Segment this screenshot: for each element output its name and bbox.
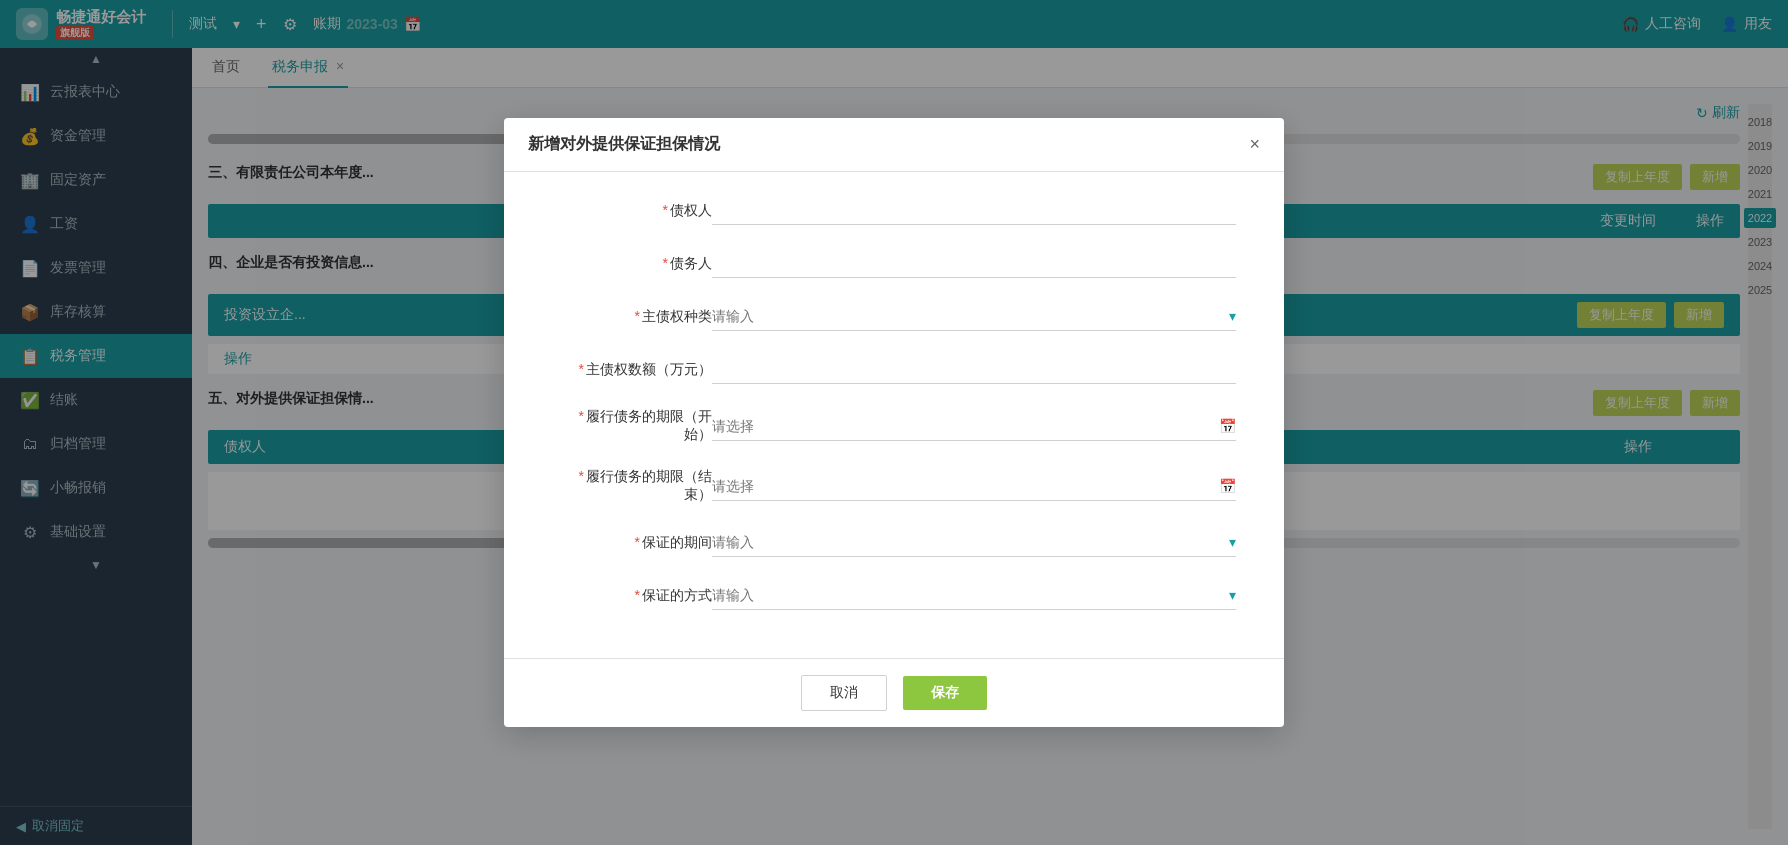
debt-amount-input[interactable] [712, 355, 1236, 384]
modal-body: *债权人 *债务人 *主债权种类 ▾ [504, 172, 1284, 658]
guarantee-period-select-wrapper: ▾ [712, 528, 1236, 557]
debt-type-required-star: * [635, 308, 640, 324]
debt-type-select-wrapper: ▾ [712, 302, 1236, 331]
debt-type-label: *主债权种类 [552, 308, 712, 326]
modal-title: 新增对外提供保证担保情况 [528, 134, 720, 155]
debt-type-arrow-icon[interactable]: ▾ [1229, 308, 1236, 324]
modal-dialog: 新增对外提供保证担保情况 × *债权人 *债务人 * [504, 118, 1284, 727]
creditor-label: *债权人 [552, 202, 712, 220]
creditor-input[interactable] [712, 196, 1236, 225]
period-start-calendar-icon[interactable]: 📅 [1219, 418, 1236, 434]
period-end-calendar-icon[interactable]: 📅 [1219, 478, 1236, 494]
debt-amount-required-star: * [579, 361, 584, 377]
modal-footer: 取消 保存 [504, 658, 1284, 727]
field-creditor: *债权人 [552, 196, 1236, 225]
guarantee-method-required-star: * [635, 587, 640, 603]
debt-amount-label: *主债权数额（万元） [552, 361, 712, 379]
guarantee-method-select-wrapper: ▾ [712, 581, 1236, 610]
guarantee-period-arrow-icon[interactable]: ▾ [1229, 534, 1236, 550]
period-start-date-wrapper: 📅 [712, 412, 1236, 441]
field-debtor: *债务人 [552, 249, 1236, 278]
guarantee-method-arrow-icon[interactable]: ▾ [1229, 587, 1236, 603]
guarantee-method-input[interactable] [712, 581, 1229, 609]
field-guarantee-method: *保证的方式 ▾ [552, 581, 1236, 610]
period-start-label: *履行债务的期限（开始） [552, 408, 712, 444]
field-debt-amount: *主债权数额（万元） [552, 355, 1236, 384]
guarantee-method-label: *保证的方式 [552, 587, 712, 605]
guarantee-period-label: *保证的期间 [552, 534, 712, 552]
field-guarantee-period: *保证的期间 ▾ [552, 528, 1236, 557]
period-start-input[interactable] [712, 412, 1219, 440]
modal-overlay: 新增对外提供保证担保情况 × *债权人 *债务人 * [0, 0, 1788, 845]
period-end-date-wrapper: 📅 [712, 472, 1236, 501]
debtor-input[interactable] [712, 249, 1236, 278]
field-period-end: *履行债务的期限（结束） 📅 [552, 468, 1236, 504]
period-end-input[interactable] [712, 472, 1219, 500]
modal-close-button[interactable]: × [1249, 134, 1260, 155]
field-period-start: *履行债务的期限（开始） 📅 [552, 408, 1236, 444]
debtor-label: *债务人 [552, 255, 712, 273]
debtor-required-star: * [663, 255, 668, 271]
debt-type-input[interactable] [712, 302, 1229, 330]
cancel-button[interactable]: 取消 [801, 675, 887, 711]
guarantee-period-required-star: * [635, 534, 640, 550]
field-debt-type: *主债权种类 ▾ [552, 302, 1236, 331]
period-end-label: *履行债务的期限（结束） [552, 468, 712, 504]
period-end-required-star: * [579, 468, 584, 484]
guarantee-period-input[interactable] [712, 528, 1229, 556]
creditor-required-star: * [663, 202, 668, 218]
period-start-required-star: * [579, 408, 584, 424]
modal-header: 新增对外提供保证担保情况 × [504, 118, 1284, 172]
save-button[interactable]: 保存 [903, 676, 987, 710]
